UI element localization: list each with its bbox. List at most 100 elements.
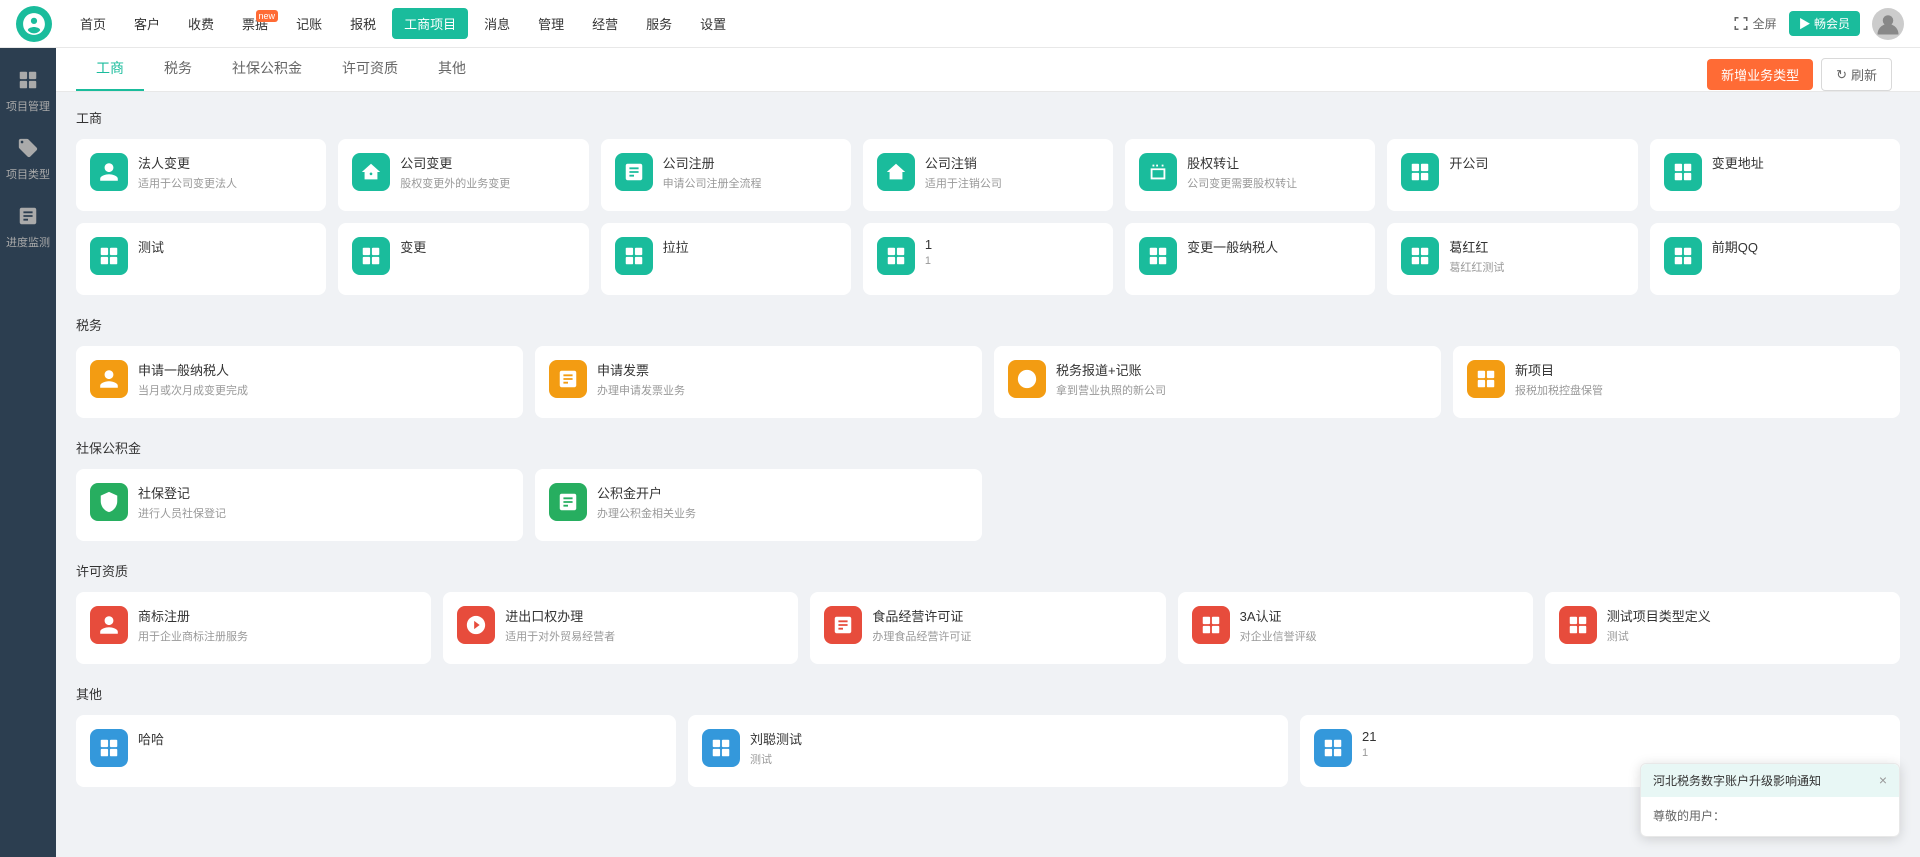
nav-service[interactable]: 服务 xyxy=(634,8,684,39)
tab-shebao[interactable]: 社保公积金 xyxy=(212,47,322,91)
card-税务报道记账[interactable]: 税务报道+记账 拿到营业执照的新公司 xyxy=(994,346,1441,418)
card-info-新项目: 新项目 报税加税控盘保管 xyxy=(1515,360,1886,398)
card-商标注册[interactable]: 商标注册 用于企业商标注册服务 xyxy=(76,592,431,664)
tab-shuiwu[interactable]: 税务 xyxy=(144,47,212,91)
nav-bookkeeping[interactable]: 记账 xyxy=(284,8,334,39)
card-公司注销[interactable]: 公司注销 适用于注销公司 xyxy=(863,139,1113,211)
nav-customer[interactable]: 客户 xyxy=(122,8,172,39)
tab-qita[interactable]: 其他 xyxy=(418,47,486,91)
card-icon-1 xyxy=(877,237,915,275)
card-变更地址[interactable]: 变更地址 xyxy=(1650,139,1900,211)
card-开公司[interactable]: 开公司 xyxy=(1387,139,1637,211)
tab-xuke[interactable]: 许可资质 xyxy=(322,47,418,91)
nav-ticket[interactable]: 票据 new xyxy=(230,8,280,39)
nav-items: 首页 客户 收费 票据 new 记账 报税 工商项目 消息 管理 经营 服务 设… xyxy=(68,8,1733,39)
card-3A认证[interactable]: 3A认证 对企业信誉评级 xyxy=(1178,592,1533,664)
card-变更[interactable]: 变更 xyxy=(338,223,588,295)
section-shebao: 社保公积金 社保登记 进行人员社保登记 公积金开户 xyxy=(76,438,1900,541)
card-info-变更: 变更 xyxy=(400,237,574,259)
card-info-拉拉: 拉拉 xyxy=(663,237,837,259)
card-name-公司变更: 公司变更 xyxy=(400,153,574,172)
card-desc-测试项目类型定义: 测试 xyxy=(1607,628,1886,644)
card-icon-哈哈 xyxy=(90,729,128,767)
card-前期QQ[interactable]: 前期QQ xyxy=(1650,223,1900,295)
chart-icon xyxy=(14,202,42,230)
card-desc-1: 1 xyxy=(925,255,1099,267)
card-desc-新项目: 报税加税控盘保管 xyxy=(1515,382,1886,398)
card-icon-开公司 xyxy=(1401,153,1439,191)
card-desc-21: 1 xyxy=(1362,747,1886,759)
card-name-食品经营许可证: 食品经营许可证 xyxy=(872,606,1151,625)
card-desc-商标注册: 用于企业商标注册服务 xyxy=(138,628,417,644)
user-avatar[interactable] xyxy=(1872,8,1904,40)
shebao-cards: 社保登记 进行人员社保登记 公积金开户 办理公积金相关业务 xyxy=(76,469,1900,541)
card-测试[interactable]: 测试 xyxy=(76,223,326,295)
notification-close-button[interactable]: × xyxy=(1879,772,1887,788)
card-变更一般纳税人[interactable]: 变更一般纳税人 xyxy=(1125,223,1375,295)
nav-settings[interactable]: 设置 xyxy=(688,8,738,39)
card-info-法人变更: 法人变更 适用于公司变更法人 xyxy=(138,153,312,191)
sidebar-label-project-type: 项目类型 xyxy=(6,166,50,182)
card-name-哈哈: 哈哈 xyxy=(138,729,662,748)
refresh-button[interactable]: ↻ 刷新 xyxy=(1821,58,1892,91)
card-icon-公积金开户 xyxy=(549,483,587,521)
card-info-测试: 测试 xyxy=(138,237,312,259)
card-新项目[interactable]: 新项目 报税加税控盘保管 xyxy=(1453,346,1900,418)
sidebar-item-project-type[interactable]: 项目类型 xyxy=(0,124,56,192)
card-icon-社保登记 xyxy=(90,483,128,521)
card-拉拉[interactable]: 拉拉 xyxy=(601,223,851,295)
sidebar-label-progress: 进度监测 xyxy=(6,234,50,250)
sidebar-item-project-management[interactable]: 项目管理 xyxy=(0,56,56,124)
card-icon-公司注销 xyxy=(877,153,915,191)
nav-management[interactable]: 管理 xyxy=(526,8,576,39)
card-desc-税务报道记账: 拿到营业执照的新公司 xyxy=(1056,382,1427,398)
card-icon-食品经营许可证 xyxy=(824,606,862,644)
card-name-开公司: 开公司 xyxy=(1449,153,1623,172)
card-info-公司注销: 公司注销 适用于注销公司 xyxy=(925,153,1099,191)
nav-fee[interactable]: 收费 xyxy=(176,8,226,39)
tabs-bar: 工商 税务 社保公积金 许可资质 其他 新增业务类型 ↻ 刷新 xyxy=(56,48,1920,92)
card-icon-新项目 xyxy=(1467,360,1505,398)
card-1[interactable]: 1 1 xyxy=(863,223,1113,295)
sidebar-item-progress[interactable]: 进度监测 xyxy=(0,192,56,260)
card-申请一般纳税人[interactable]: 申请一般纳税人 当月或次月成变更完成 xyxy=(76,346,523,418)
card-公司注册[interactable]: 公司注册 申请公司注册全流程 xyxy=(601,139,851,211)
gongshang-row2: 测试 变更 xyxy=(76,223,1900,295)
fullscreen-btn[interactable]: 全屏 xyxy=(1733,15,1777,32)
card-股权转让[interactable]: 股权转让 公司变更需要股权转让 xyxy=(1125,139,1375,211)
card-葛红红[interactable]: 葛红红 葛红红测试 xyxy=(1387,223,1637,295)
card-法人变更[interactable]: 法人变更 适用于公司变更法人 xyxy=(76,139,326,211)
vip-button[interactable]: ▶ 畅会员 xyxy=(1789,11,1860,36)
card-name-拉拉: 拉拉 xyxy=(663,237,837,256)
card-公积金开户[interactable]: 公积金开户 办理公积金相关业务 xyxy=(535,469,982,541)
card-食品经营许可证[interactable]: 食品经营许可证 办理食品经营许可证 xyxy=(810,592,1165,664)
card-公司变更[interactable]: 公司变更 股权变更外的业务变更 xyxy=(338,139,588,211)
qita-cards: 哈哈 刘聪测试 测试 xyxy=(76,715,1900,787)
card-desc-公司注册: 申请公司注册全流程 xyxy=(663,175,837,191)
card-刘聪测试[interactable]: 刘聪测试 测试 xyxy=(688,715,1288,787)
notification-body: 尊敬的用户： xyxy=(1641,797,1899,836)
add-business-type-button[interactable]: 新增业务类型 xyxy=(1707,59,1813,90)
nav-right: 全屏 ▶ 畅会员 xyxy=(1733,8,1904,40)
section-title-gongshang: 工商 xyxy=(76,108,1900,127)
nav-gongshang[interactable]: 工商项目 xyxy=(392,8,468,39)
card-哈哈[interactable]: 哈哈 xyxy=(76,715,676,787)
card-申请发票[interactable]: 申请发票 办理申请发票业务 xyxy=(535,346,982,418)
card-进出口权办理[interactable]: 进出口权办理 适用于对外贸易经营者 xyxy=(443,592,798,664)
card-name-变更地址: 变更地址 xyxy=(1712,153,1886,172)
nav-message[interactable]: 消息 xyxy=(472,8,522,39)
card-测试项目类型定义[interactable]: 测试项目类型定义 测试 xyxy=(1545,592,1900,664)
card-icon-3A认证 xyxy=(1192,606,1230,644)
card-icon-变更地址 xyxy=(1664,153,1702,191)
card-name-变更一般纳税人: 变更一般纳税人 xyxy=(1187,237,1361,256)
nav-operation[interactable]: 经营 xyxy=(580,8,630,39)
card-info-变更一般纳税人: 变更一般纳税人 xyxy=(1187,237,1361,259)
nav-tax[interactable]: 报税 xyxy=(338,8,388,39)
tab-gongshang[interactable]: 工商 xyxy=(76,47,144,91)
card-社保登记[interactable]: 社保登记 进行人员社保登记 xyxy=(76,469,523,541)
nav-home[interactable]: 首页 xyxy=(68,8,118,39)
card-info-股权转让: 股权转让 公司变更需要股权转让 xyxy=(1187,153,1361,191)
card-icon-股权转让 xyxy=(1139,153,1177,191)
card-icon-法人变更 xyxy=(90,153,128,191)
card-info-商标注册: 商标注册 用于企业商标注册服务 xyxy=(138,606,417,644)
